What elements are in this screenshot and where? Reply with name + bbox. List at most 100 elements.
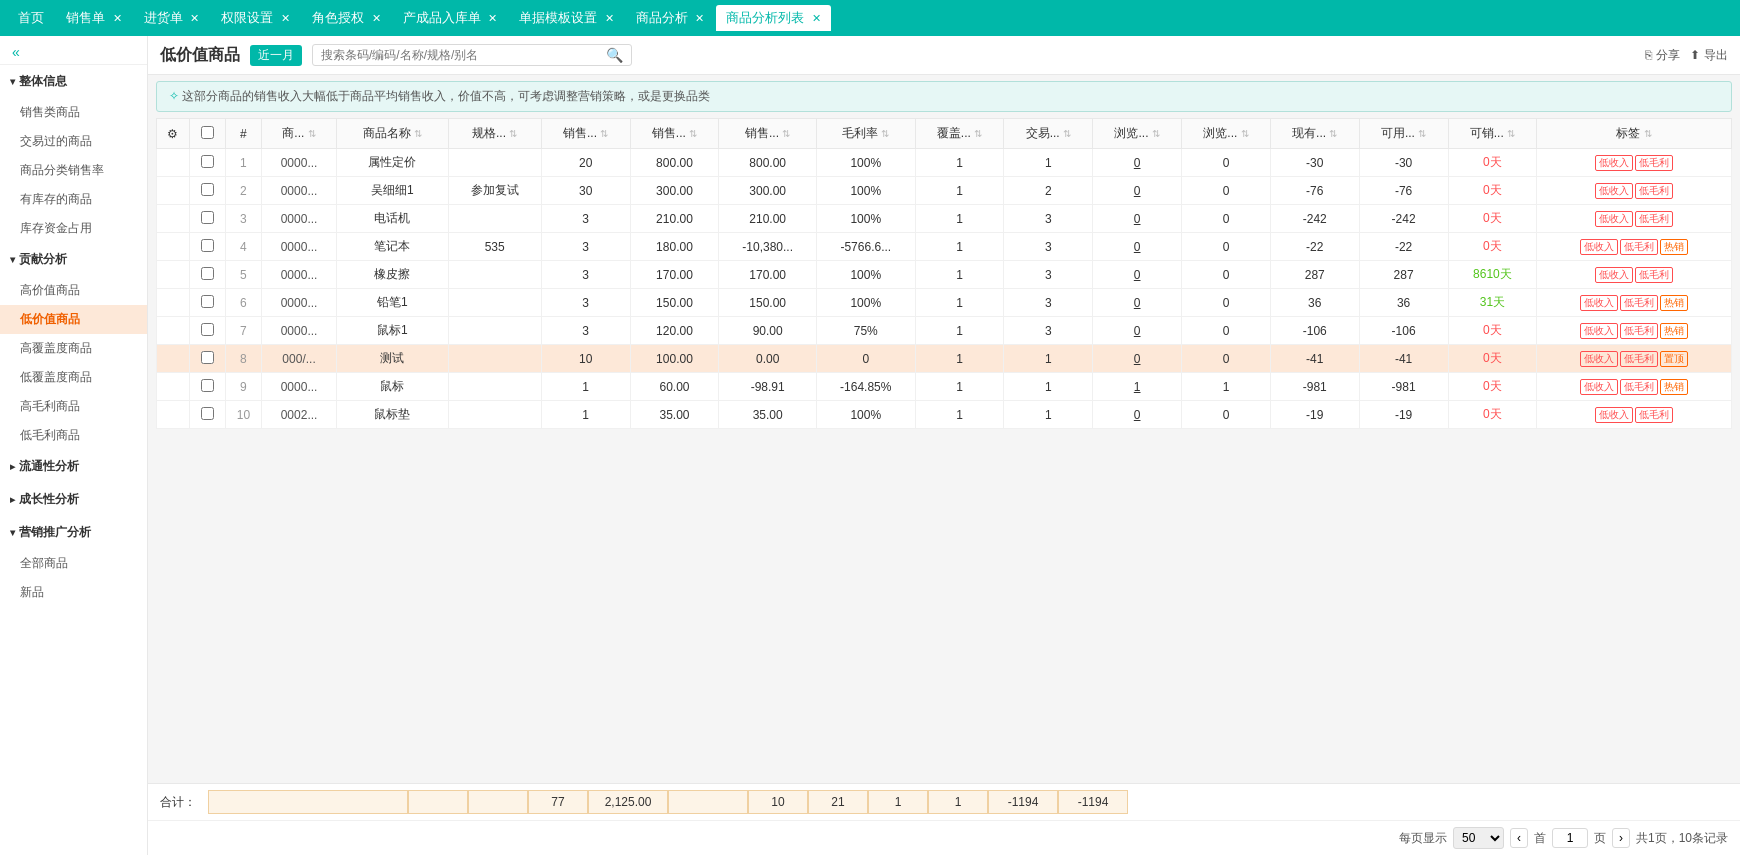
nav-analysis-list[interactable]: 商品分析列表 ✕ xyxy=(716,5,831,31)
col-trade[interactable]: 交易... ⇅ xyxy=(1004,119,1093,149)
nav-sales[interactable]: 销售单 ✕ xyxy=(56,5,132,31)
col-margin[interactable]: 毛利率 ⇅ xyxy=(816,119,915,149)
cell-checkbox[interactable] xyxy=(189,261,225,289)
nav-template[interactable]: 单据模板设置 ✕ xyxy=(509,5,624,31)
row-checkbox[interactable] xyxy=(201,379,214,392)
col-spec[interactable]: 规格... ⇅ xyxy=(448,119,541,149)
row-checkbox[interactable] xyxy=(201,267,214,280)
browse1-link[interactable]: 0 xyxy=(1134,352,1141,366)
sidebar-collapse-btn[interactable]: « xyxy=(8,44,24,60)
first-page-btn[interactable]: ‹ xyxy=(1510,828,1528,848)
row-checkbox[interactable] xyxy=(201,295,214,308)
browse1-link[interactable]: 0 xyxy=(1134,184,1141,198)
cell-checkbox[interactable] xyxy=(189,317,225,345)
nav-purchase-close[interactable]: ✕ xyxy=(190,12,199,24)
browse1-link[interactable]: 0 xyxy=(1134,240,1141,254)
nav-purchase[interactable]: 进货单 ✕ xyxy=(134,5,210,31)
sidebar-item-sales-products[interactable]: 销售类商品 xyxy=(0,98,147,127)
col-tags[interactable]: 标签 ⇅ xyxy=(1537,119,1732,149)
sidebar-group-contribution[interactable]: ▾贡献分析 xyxy=(0,243,147,276)
share-button[interactable]: ⎘ 分享 xyxy=(1645,47,1680,64)
sidebar-item-high-coverage[interactable]: 高覆盖度商品 xyxy=(0,334,147,363)
nav-home[interactable]: 首页 xyxy=(8,5,54,31)
sidebar-item-high-value[interactable]: 高价值商品 xyxy=(0,276,147,305)
row-checkbox[interactable] xyxy=(201,211,214,224)
nav-inventory[interactable]: 产成品入库单 ✕ xyxy=(393,5,508,31)
nav-permissions[interactable]: 权限设置 ✕ xyxy=(211,5,300,31)
cell-checkbox[interactable] xyxy=(189,233,225,261)
cell-checkbox[interactable] xyxy=(189,177,225,205)
browse1-link[interactable]: 0 xyxy=(1134,408,1141,422)
sidebar-item-category-sales[interactable]: 商品分类销售率 xyxy=(0,156,147,185)
export-button[interactable]: ⬆ 导出 xyxy=(1690,47,1728,64)
search-icon[interactable]: 🔍 xyxy=(606,47,623,63)
cell-browse1[interactable]: 0 xyxy=(1093,317,1182,345)
col-available[interactable]: 可用... ⇅ xyxy=(1359,119,1448,149)
row-checkbox[interactable] xyxy=(201,323,214,336)
browse1-link[interactable]: 0 xyxy=(1134,296,1141,310)
cell-browse1[interactable]: 0 xyxy=(1093,289,1182,317)
row-checkbox[interactable] xyxy=(201,155,214,168)
sidebar-group-marketing[interactable]: ▾营销推广分析 xyxy=(0,516,147,549)
row-checkbox[interactable] xyxy=(201,351,214,364)
sidebar-item-stock[interactable]: 有库存的商品 xyxy=(0,185,147,214)
nav-permissions-close[interactable]: ✕ xyxy=(281,12,290,24)
cell-checkbox[interactable] xyxy=(189,149,225,177)
col-sale-profit[interactable]: 销售... ⇅ xyxy=(719,119,817,149)
sidebar-group-overall[interactable]: ▾整体信息 xyxy=(0,65,147,98)
nav-analysis[interactable]: 商品分析 ✕ xyxy=(626,5,715,31)
col-coverage[interactable]: 覆盖... ⇅ xyxy=(915,119,1004,149)
browse1-link[interactable]: 0 xyxy=(1134,324,1141,338)
col-sale-amount[interactable]: 销售... ⇅ xyxy=(630,119,719,149)
cell-browse1[interactable]: 0 xyxy=(1093,233,1182,261)
row-checkbox[interactable] xyxy=(201,407,214,420)
browse1-link[interactable]: 0 xyxy=(1134,268,1141,282)
sidebar-item-low-value[interactable]: 低价值商品 xyxy=(0,305,147,334)
col-code[interactable]: 商... ⇅ xyxy=(262,119,337,149)
sidebar-item-all-products[interactable]: 全部商品 xyxy=(0,549,147,578)
browse1-link[interactable]: 0 xyxy=(1134,156,1141,170)
cell-browse1[interactable]: 0 xyxy=(1093,261,1182,289)
nav-template-close[interactable]: ✕ xyxy=(605,12,614,24)
cell-checkbox[interactable] xyxy=(189,401,225,429)
page-input[interactable] xyxy=(1552,828,1588,848)
cell-browse1[interactable]: 0 xyxy=(1093,401,1182,429)
sidebar-item-low-margin[interactable]: 低毛利商品 xyxy=(0,421,147,450)
search-input[interactable] xyxy=(321,48,602,62)
col-sale-qty[interactable]: 销售... ⇅ xyxy=(541,119,630,149)
col-browse1[interactable]: 浏览... ⇅ xyxy=(1093,119,1182,149)
cell-checkbox[interactable] xyxy=(189,373,225,401)
cell-browse1[interactable]: 0 xyxy=(1093,205,1182,233)
col-saleable[interactable]: 可销... ⇅ xyxy=(1448,119,1537,149)
nav-analysis-close[interactable]: ✕ xyxy=(695,12,704,24)
sidebar-item-traded[interactable]: 交易过的商品 xyxy=(0,127,147,156)
col-checkbox[interactable] xyxy=(189,119,225,149)
sidebar-item-high-margin[interactable]: 高毛利商品 xyxy=(0,392,147,421)
select-all-checkbox[interactable] xyxy=(201,126,214,139)
cell-checkbox[interactable] xyxy=(189,205,225,233)
sidebar-item-stock-funds[interactable]: 库存资金占用 xyxy=(0,214,147,243)
col-settings[interactable]: ⚙ xyxy=(157,119,190,149)
per-page-select[interactable]: 50 100 200 xyxy=(1453,827,1504,849)
sidebar-item-new-products[interactable]: 新品 xyxy=(0,578,147,607)
sidebar-group-growth[interactable]: ▸成长性分析 xyxy=(0,483,147,516)
cell-browse1[interactable]: 1 xyxy=(1093,373,1182,401)
nav-inventory-close[interactable]: ✕ xyxy=(488,12,497,24)
cell-browse1[interactable]: 0 xyxy=(1093,345,1182,373)
col-name[interactable]: 商品名称 ⇅ xyxy=(336,119,448,149)
nav-roles[interactable]: 角色授权 ✕ xyxy=(302,5,391,31)
cell-browse1[interactable]: 0 xyxy=(1093,149,1182,177)
nav-analysis-list-close[interactable]: ✕ xyxy=(812,12,821,24)
nav-roles-close[interactable]: ✕ xyxy=(372,12,381,24)
cell-browse1[interactable]: 0 xyxy=(1093,177,1182,205)
next-page-btn[interactable]: › xyxy=(1612,828,1630,848)
row-checkbox[interactable] xyxy=(201,239,214,252)
col-browse2[interactable]: 浏览... ⇅ xyxy=(1182,119,1271,149)
col-current[interactable]: 现有... ⇅ xyxy=(1270,119,1359,149)
sidebar-item-low-coverage[interactable]: 低覆盖度商品 xyxy=(0,363,147,392)
period-tag[interactable]: 近一月 xyxy=(250,45,302,66)
cell-checkbox[interactable] xyxy=(189,345,225,373)
browse1-link[interactable]: 0 xyxy=(1134,212,1141,226)
nav-sales-close[interactable]: ✕ xyxy=(113,12,122,24)
browse1-link[interactable]: 1 xyxy=(1134,380,1141,394)
